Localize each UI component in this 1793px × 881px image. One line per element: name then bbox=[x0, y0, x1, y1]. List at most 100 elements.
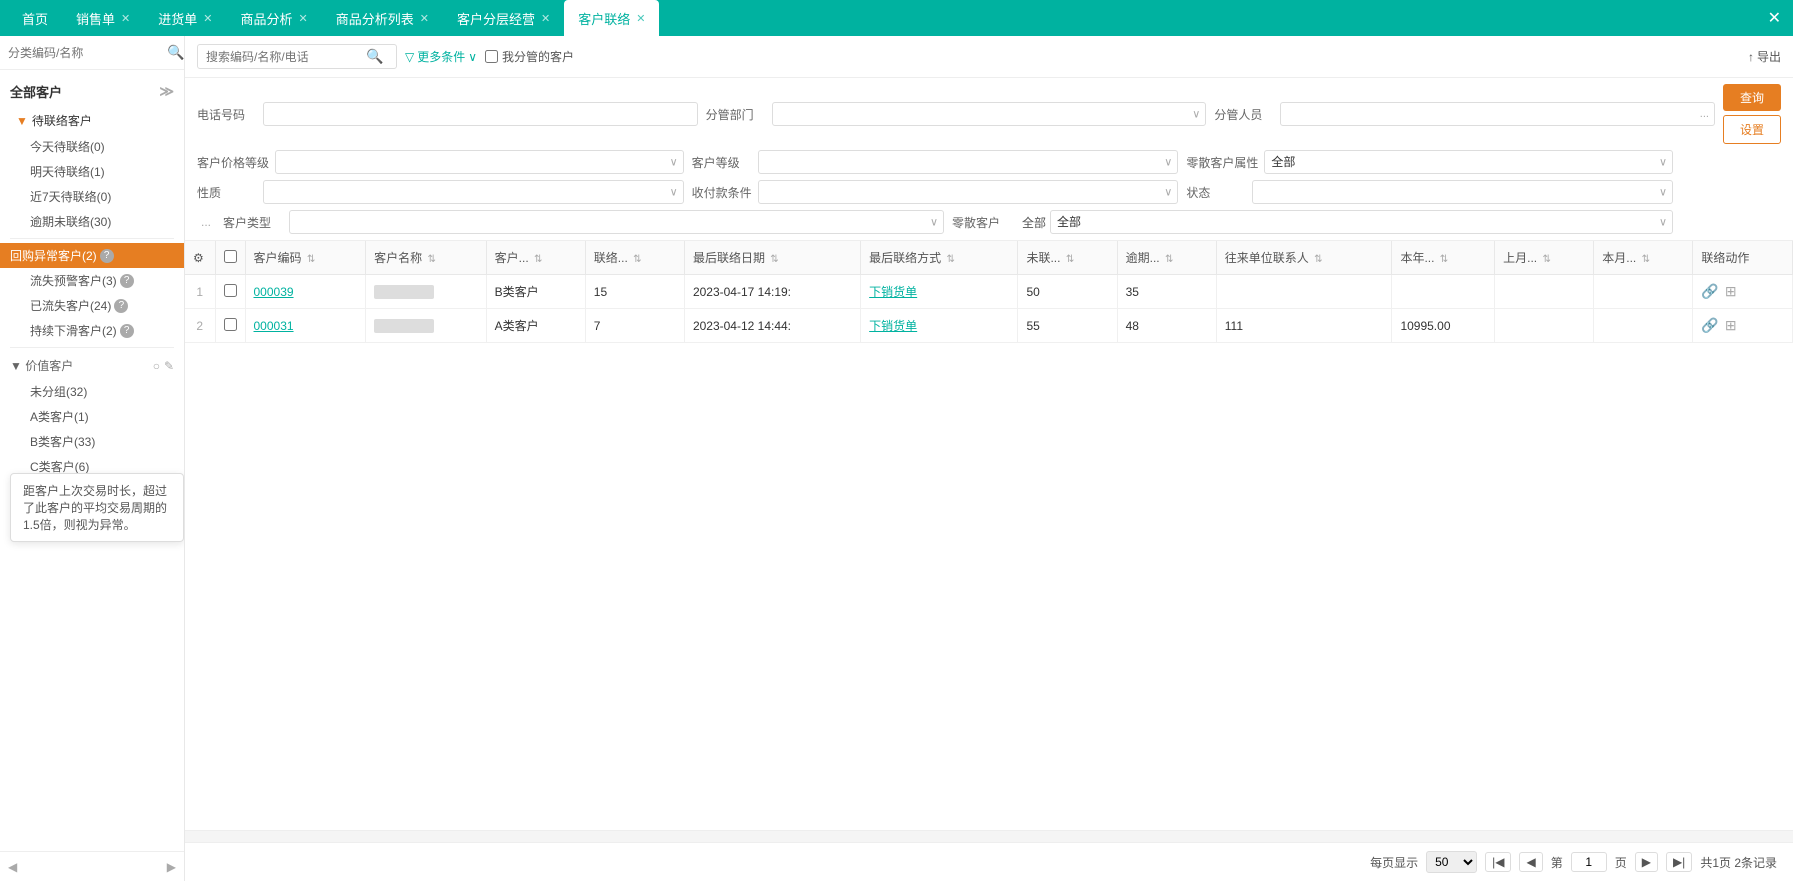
filter-status-select[interactable] bbox=[1252, 180, 1673, 204]
col-contact-count[interactable]: 联络... ⇅ bbox=[585, 241, 684, 275]
edit-icon[interactable]: ○ bbox=[153, 359, 160, 373]
collapse-icon[interactable]: ≫ bbox=[159, 83, 174, 100]
query-button[interactable]: 查询 bbox=[1723, 84, 1781, 111]
close-icon[interactable]: ✕ bbox=[203, 12, 212, 25]
page-size-select[interactable]: 50 100 200 bbox=[1426, 851, 1477, 873]
sidebar-item-tomorrow[interactable]: 明天待联络(1) bbox=[0, 159, 184, 184]
scroll-left-icon[interactable]: ◀ bbox=[8, 860, 17, 874]
sidebar-item-7days[interactable]: 近7天待联络(0) bbox=[0, 184, 184, 209]
col-checkbox[interactable] bbox=[215, 241, 245, 275]
customer-code[interactable]: 000031 bbox=[245, 309, 366, 343]
row-checkbox[interactable] bbox=[224, 318, 237, 331]
sidebar-item-declining[interactable]: 持续下滑客户(2) ? bbox=[0, 318, 184, 343]
search-icon[interactable]: 🔍 bbox=[366, 48, 383, 65]
filter-phone-input[interactable] bbox=[263, 102, 698, 126]
page-suffix: 页 bbox=[1615, 854, 1627, 871]
close-icon[interactable]: ✕ bbox=[299, 12, 308, 25]
close-icon[interactable]: ✕ bbox=[636, 12, 645, 25]
info-icon[interactable]: ? bbox=[120, 274, 134, 288]
select-all-checkbox[interactable] bbox=[224, 250, 237, 263]
close-icon[interactable]: ✕ bbox=[420, 12, 429, 25]
export-button[interactable]: ↑ 导出 bbox=[1748, 48, 1781, 65]
filter-payment-select[interactable] bbox=[758, 180, 1179, 204]
filter-price-level-select[interactable] bbox=[275, 150, 684, 174]
sidebar-section-pending[interactable]: ▼ 待联络客户 bbox=[0, 107, 184, 134]
filter-phone-label: 电话号码 bbox=[197, 106, 257, 123]
link-action-icon[interactable]: 🔗 bbox=[1701, 283, 1718, 300]
filter-dept-select[interactable] bbox=[772, 102, 1207, 126]
next-page-button[interactable]: ▶ bbox=[1635, 852, 1658, 872]
nav-item-home[interactable]: 首页 bbox=[8, 0, 62, 36]
grid-action-icon[interactable]: ⊞ bbox=[1725, 283, 1737, 300]
close-all-button[interactable]: ✕ bbox=[1768, 8, 1781, 28]
row-checkbox-cell[interactable] bbox=[215, 275, 245, 309]
all-customers-header[interactable]: 全部客户 ≫ bbox=[0, 76, 184, 107]
my-customers-checkbox[interactable]: 我分管的客户 bbox=[485, 48, 574, 65]
link-action-icon[interactable]: 🔗 bbox=[1701, 317, 1718, 334]
sidebar-item-churned[interactable]: 已流失客户(24) ? bbox=[0, 293, 184, 318]
filter-customer-level-select[interactable] bbox=[758, 150, 1179, 174]
scroll-right-icon[interactable]: ▶ bbox=[167, 860, 176, 874]
nav-item-purchase[interactable]: 进货单 ✕ bbox=[144, 0, 226, 36]
sidebar-item-class-b[interactable]: B类客户(33) bbox=[0, 429, 184, 454]
last-contact-method[interactable]: 下销货单 bbox=[861, 309, 1018, 343]
col-this-month[interactable]: 本月... ⇅ bbox=[1594, 241, 1693, 275]
sidebar-search-icon[interactable]: 🔍 bbox=[167, 44, 184, 61]
my-customers-check[interactable] bbox=[485, 50, 498, 63]
horizontal-scrollbar[interactable] bbox=[185, 830, 1793, 842]
col-last-month[interactable]: 上月... ⇅ bbox=[1495, 241, 1594, 275]
filter-scatter-select[interactable]: 全部 bbox=[1050, 210, 1673, 234]
col-unlisted[interactable]: 未联... ⇅ bbox=[1018, 241, 1117, 275]
close-icon[interactable]: ✕ bbox=[121, 12, 130, 25]
info-icon[interactable]: ? bbox=[120, 324, 134, 338]
col-level[interactable]: 客户... ⇅ bbox=[486, 241, 585, 275]
settings-icon[interactable]: ✎ bbox=[164, 359, 174, 373]
row-checkbox[interactable] bbox=[224, 284, 237, 297]
filter-person-select[interactable] bbox=[1280, 102, 1715, 126]
row-checkbox-cell[interactable] bbox=[215, 309, 245, 343]
info-icon[interactable]: ? bbox=[100, 249, 114, 263]
col-overdue[interactable]: 逾期... ⇅ bbox=[1117, 241, 1216, 275]
settings-button[interactable]: 设置 bbox=[1723, 115, 1781, 144]
sidebar-item-today[interactable]: 今天待联络(0) bbox=[0, 134, 184, 159]
nav-item-product-analysis[interactable]: 商品分析 ✕ bbox=[226, 0, 321, 36]
sidebar-item-churn-warning[interactable]: 流失预警客户(3) ? bbox=[0, 268, 184, 293]
customer-code[interactable]: 000039 bbox=[245, 275, 366, 309]
this-year bbox=[1392, 275, 1495, 309]
last-page-button[interactable]: ▶| bbox=[1666, 852, 1692, 872]
sidebar-item-abnormal-repurchase[interactable]: 回购异常客户(2) ? bbox=[0, 243, 184, 268]
col-last-contact-method[interactable]: 最后联络方式 ⇅ bbox=[861, 241, 1018, 275]
filter-nature-select[interactable] bbox=[263, 180, 684, 204]
prev-page-button[interactable]: ◀ bbox=[1519, 852, 1542, 872]
nav-item-customer-tier[interactable]: 客户分层经营 ✕ bbox=[443, 0, 564, 36]
more-dots-icon[interactable]: ... bbox=[201, 215, 211, 229]
sidebar-item-class-a[interactable]: A类客户(1) bbox=[0, 404, 184, 429]
page-input[interactable] bbox=[1571, 852, 1607, 872]
sidebar-item-overdue[interactable]: 逾期未联络(30) bbox=[0, 209, 184, 234]
sidebar-value-customers-header[interactable]: ▼ 价值客户 ○ ✎ bbox=[0, 352, 184, 379]
last-contact-date: 2023-04-17 14:19: bbox=[684, 275, 860, 309]
first-page-button[interactable]: |◀ bbox=[1485, 852, 1511, 872]
info-icon[interactable]: ? bbox=[114, 299, 128, 313]
col-last-contact-date[interactable]: 最后联络日期 ⇅ bbox=[684, 241, 860, 275]
nav-item-sales[interactable]: 销售单 ✕ bbox=[62, 0, 144, 36]
col-name[interactable]: 客户名称 ⇅ bbox=[366, 241, 487, 275]
nav-item-product-list[interactable]: 商品分析列表 ✕ bbox=[322, 0, 443, 36]
sidebar-item-ungrouped[interactable]: 未分组(32) bbox=[0, 379, 184, 404]
grid-action-icon[interactable]: ⊞ bbox=[1725, 317, 1737, 334]
search-input[interactable] bbox=[206, 50, 366, 64]
sidebar-search-input[interactable] bbox=[8, 46, 163, 60]
more-filters-button[interactable]: ▽ 更多条件 ∨ bbox=[405, 48, 477, 65]
filter-scatter-attr-select[interactable]: 全部 bbox=[1264, 150, 1673, 174]
nav-item-customer-contact[interactable]: 客户联络 ✕ bbox=[564, 0, 659, 36]
filter-customer-type-select[interactable] bbox=[289, 210, 944, 234]
last-contact-date: 2023-04-12 14:44: bbox=[684, 309, 860, 343]
col-this-year[interactable]: 本年... ⇅ bbox=[1392, 241, 1495, 275]
row-num: 1 bbox=[185, 275, 215, 309]
col-company-contact[interactable]: 往来单位联系人 ⇅ bbox=[1216, 241, 1392, 275]
filter-row-4: ... 客户类型 ∨ 零散客户 全部 全部 ∨ bbox=[197, 210, 1781, 234]
col-settings[interactable]: ⚙ bbox=[185, 241, 215, 275]
close-icon[interactable]: ✕ bbox=[541, 12, 550, 25]
last-contact-method[interactable]: 下销货单 bbox=[861, 275, 1018, 309]
col-code[interactable]: 客户编码 ⇅ bbox=[245, 241, 366, 275]
